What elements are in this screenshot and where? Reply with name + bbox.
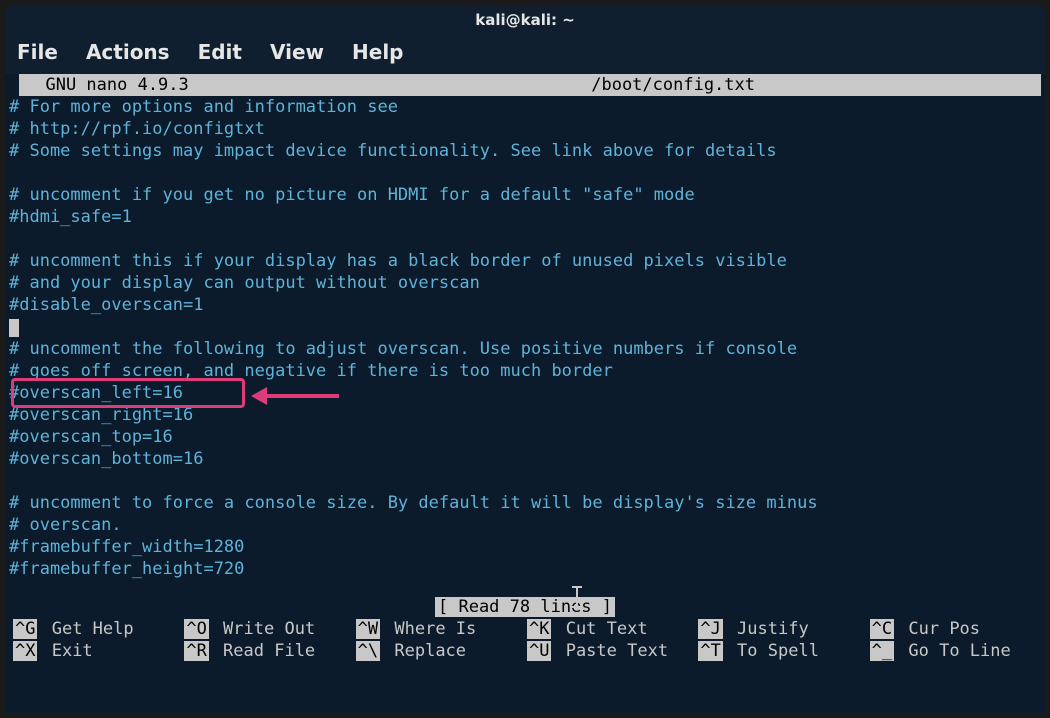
shortcut-item: ^_ Go To Line (870, 640, 1037, 662)
editor-line: # goes off screen, and negative if there… (9, 360, 1035, 382)
shortcut-label: Cut Text (551, 619, 647, 639)
shortcut-item: ^G Get Help (13, 618, 180, 640)
shortcut-key: ^X (13, 641, 37, 661)
nano-filename: /boot/config.txt (585, 74, 761, 96)
shortcut-item: ^R Read File (184, 640, 351, 662)
editor-line: #hdmi_safe=1 (9, 206, 1035, 228)
shortcut-label: Go To Line (894, 641, 1011, 661)
shortcut-key: ^G (13, 619, 37, 639)
nano-status-message: [ Read 78 lines ] (435, 597, 615, 617)
editor-line: #overscan_bottom=16 (9, 448, 1035, 470)
shortcut-item: ^U Paste Text (527, 640, 694, 662)
editor-line: #overscan_right=16 (9, 404, 1035, 426)
editor-line: # http://rpf.io/configtxt (9, 118, 1035, 140)
shortcut-key: ^\ (356, 641, 380, 661)
menubar: File Actions Edit View Help (5, 34, 1045, 74)
shortcut-item: ^O Write Out (184, 618, 351, 640)
shortcut-label: Paste Text (551, 641, 668, 661)
nano-header-spacer (195, 74, 585, 96)
shortcut-key: ^J (698, 619, 722, 639)
shortcut-item: ^\ Replace (356, 640, 523, 662)
editor-line: # uncomment to force a console size. By … (9, 492, 1035, 514)
shortcut-label: To Spell (723, 641, 819, 661)
shortcut-label: Write Out (209, 619, 315, 639)
shortcut-key: ^C (870, 619, 894, 639)
editor-line: # uncomment if you get no picture on HDM… (9, 184, 1035, 206)
menu-file[interactable]: File (17, 40, 58, 64)
editor-line (9, 470, 1035, 492)
shortcut-item: ^J Justify (698, 618, 865, 640)
shortcut-label: Justify (723, 619, 809, 639)
nano-app-name: GNU nano 4.9.3 (19, 74, 195, 96)
editor-line: #overscan_left=16 (9, 382, 1035, 404)
editor-line: #disable_overscan=1 (9, 294, 1035, 316)
menu-actions[interactable]: Actions (86, 40, 170, 64)
editor-content[interactable]: # For more options and information see# … (9, 96, 1041, 580)
editor-line: # For more options and information see (9, 96, 1035, 118)
shortcut-key: ^K (527, 619, 551, 639)
shortcut-item: ^X Exit (13, 640, 180, 662)
shortcut-key: ^T (698, 641, 722, 661)
shortcut-key: ^U (527, 641, 551, 661)
editor-line: # uncomment the following to adjust over… (9, 338, 1035, 360)
menu-help[interactable]: Help (352, 40, 403, 64)
window-title: kali@kali: ~ (5, 5, 1045, 34)
terminal-window: kali@kali: ~ File Actions Edit View Help… (5, 5, 1045, 713)
shortcut-label: Get Help (37, 619, 133, 639)
terminal-area[interactable]: GNU nano 4.9.3 /boot/config.txt # For mo… (5, 74, 1045, 713)
editor-line (9, 162, 1035, 184)
editor-line: #overscan_top=16 (9, 426, 1035, 448)
nano-shortcuts: ^G Get Help^O Write Out^W Where Is^K Cut… (9, 618, 1041, 668)
nano-cursor (9, 319, 19, 337)
shortcut-key: ^O (184, 619, 208, 639)
nano-status: [ Read 78 lines ] (9, 596, 1041, 618)
menu-view[interactable]: View (270, 40, 324, 64)
menu-edit[interactable]: Edit (198, 40, 242, 64)
shortcut-key: ^R (184, 641, 208, 661)
shortcut-item: ^C Cur Pos (870, 618, 1037, 640)
editor-line (9, 228, 1035, 250)
shortcut-label: Replace (380, 641, 466, 661)
shortcut-item: ^T To Spell (698, 640, 865, 662)
editor-line: # overscan. (9, 514, 1035, 536)
shortcut-key: ^W (356, 619, 380, 639)
shortcut-item: ^W Where Is (356, 618, 523, 640)
editor-line: # uncomment this if your display has a b… (9, 250, 1035, 272)
shortcut-item: ^K Cut Text (527, 618, 694, 640)
shortcut-label: Read File (209, 641, 315, 661)
editor-line: #framebuffer_width=1280 (9, 536, 1035, 558)
shortcut-key: ^_ (870, 641, 894, 661)
editor-line: # Some settings may impact device functi… (9, 140, 1035, 162)
shortcut-label: Exit (37, 641, 92, 661)
editor-line: #framebuffer_height=720 (9, 558, 1035, 580)
nano-header: GNU nano 4.9.3 /boot/config.txt (19, 74, 1041, 96)
editor-line (9, 316, 1035, 338)
editor-line: # and your display can output without ov… (9, 272, 1035, 294)
shortcut-label: Where Is (380, 619, 476, 639)
shortcut-label: Cur Pos (894, 619, 980, 639)
